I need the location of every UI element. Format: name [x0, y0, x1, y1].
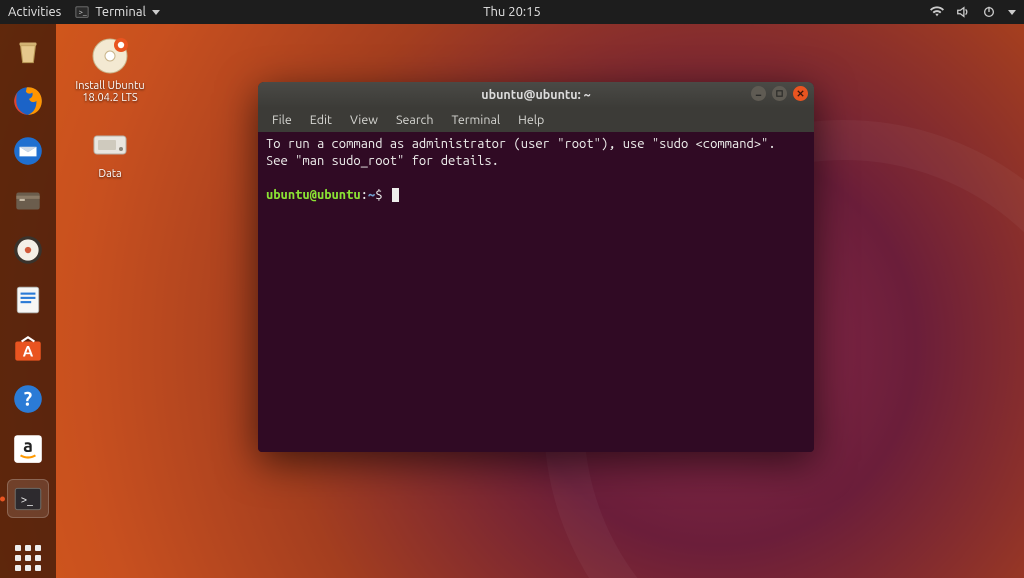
- drive-icon: [88, 122, 132, 166]
- svg-text:>_: >_: [21, 493, 34, 506]
- svg-text:a: a: [23, 436, 33, 456]
- system-menu-chevron-icon[interactable]: [1008, 10, 1016, 15]
- dock-amazon[interactable]: a: [7, 429, 49, 469]
- menu-file[interactable]: File: [264, 111, 300, 129]
- network-icon[interactable]: [930, 5, 944, 19]
- terminal-motd-line: See "man sudo_root" for details.: [266, 154, 499, 168]
- window-title: ubuntu@ubuntu: ~: [481, 88, 590, 102]
- terminal-body[interactable]: To run a command as administrator (user …: [258, 132, 814, 452]
- terminal-icon: >_: [75, 5, 89, 19]
- menu-view[interactable]: View: [342, 111, 386, 129]
- chevron-down-icon: [152, 10, 160, 15]
- window-maximize-button[interactable]: [772, 86, 787, 101]
- dock-ubuntu-software[interactable]: A: [7, 330, 49, 370]
- dock-files[interactable]: [7, 181, 49, 221]
- terminal-window: ubuntu@ubuntu: ~ File Edit View Search T…: [258, 82, 814, 452]
- top-bar: Activities >_ Terminal Thu 20:15: [0, 0, 1024, 24]
- power-icon[interactable]: [982, 5, 996, 19]
- terminal-menubar: File Edit View Search Terminal Help: [258, 108, 814, 132]
- app-menu-label: Terminal: [95, 5, 146, 19]
- terminal-cursor: [392, 188, 399, 202]
- desktop-install-ubuntu[interactable]: Install Ubuntu 18.04.2 LTS: [74, 34, 146, 104]
- dock-libreoffice-writer[interactable]: [7, 280, 49, 320]
- cd-installer-icon: [88, 34, 132, 78]
- volume-icon[interactable]: [956, 5, 970, 19]
- desktop-icon-label: Install Ubuntu 18.04.2 LTS: [74, 80, 146, 104]
- dock-thunderbird[interactable]: [7, 131, 49, 171]
- window-close-button[interactable]: [793, 86, 808, 101]
- menu-edit[interactable]: Edit: [302, 111, 340, 129]
- svg-text:?: ?: [24, 388, 32, 410]
- prompt-userhost: ubuntu@ubuntu: [266, 188, 361, 202]
- menu-help[interactable]: Help: [510, 111, 552, 129]
- terminal-motd-line: To run a command as administrator (user …: [266, 137, 776, 151]
- dock: A ? a >_: [0, 24, 56, 578]
- desktop-data-drive[interactable]: Data: [74, 122, 146, 180]
- window-titlebar[interactable]: ubuntu@ubuntu: ~: [258, 82, 814, 108]
- clock[interactable]: Thu 20:15: [483, 5, 541, 19]
- dock-rhythmbox[interactable]: [7, 231, 49, 271]
- menu-terminal[interactable]: Terminal: [444, 111, 509, 129]
- svg-text:>_: >_: [79, 9, 87, 17]
- dock-terminal[interactable]: >_: [7, 479, 49, 519]
- desktop-icon-label: Data: [74, 168, 146, 180]
- prompt-sep: :: [361, 188, 368, 202]
- activities-button[interactable]: Activities: [8, 5, 61, 19]
- dock-firefox[interactable]: [7, 82, 49, 122]
- show-applications-button[interactable]: [7, 538, 49, 578]
- window-minimize-button[interactable]: [751, 86, 766, 101]
- dock-help[interactable]: ?: [7, 379, 49, 419]
- app-menu[interactable]: >_ Terminal: [75, 5, 160, 19]
- prompt-suffix: $: [375, 188, 382, 202]
- dock-trash[interactable]: [7, 32, 49, 72]
- svg-text:A: A: [23, 342, 34, 359]
- menu-search[interactable]: Search: [388, 111, 442, 129]
